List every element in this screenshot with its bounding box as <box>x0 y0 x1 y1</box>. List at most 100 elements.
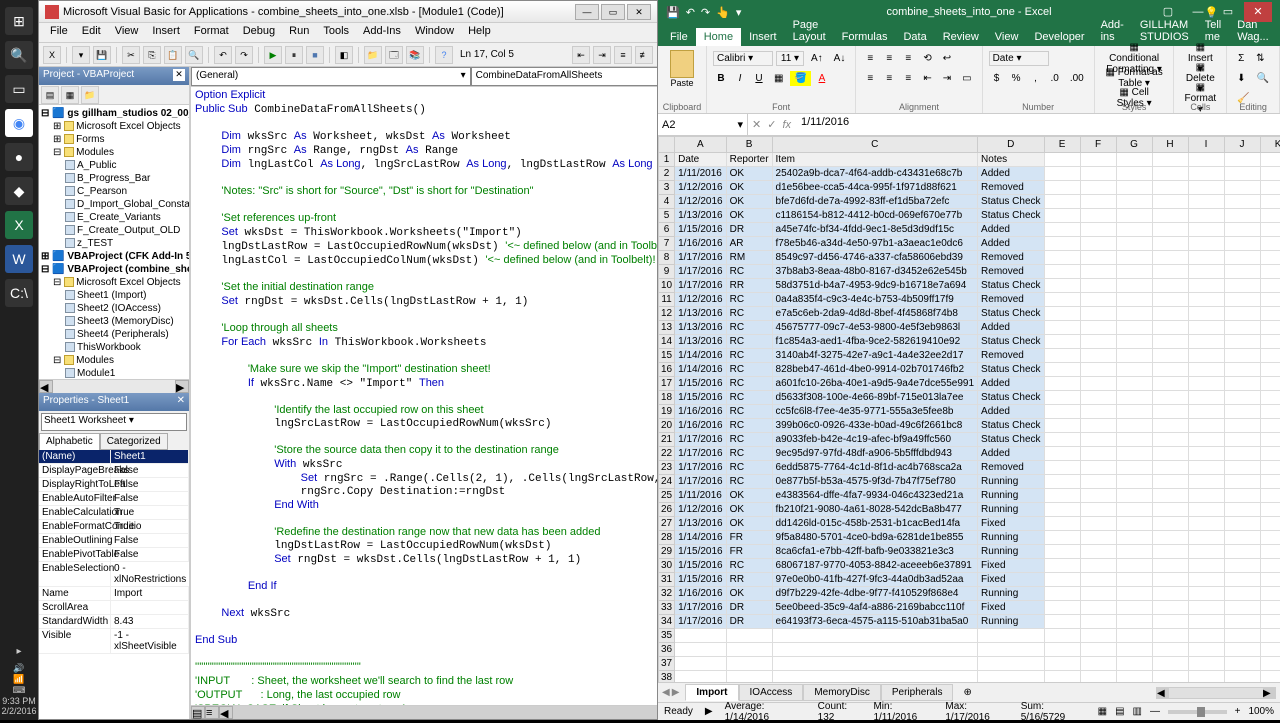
zoom-out-button[interactable]: — <box>1150 706 1160 717</box>
bold-button[interactable]: B <box>713 71 729 86</box>
cmd-icon[interactable]: C:\ <box>5 279 33 307</box>
menu-format[interactable]: Format <box>187 23 236 42</box>
borders-button[interactable]: ▦ <box>770 71 787 86</box>
break-button[interactable]: ⏸ <box>285 46 303 64</box>
outdent-button[interactable]: ⇤ <box>572 46 590 64</box>
object-browser-button[interactable]: 📚 <box>406 46 424 64</box>
view-pagebreak-icon[interactable]: ▥ <box>1133 706 1142 717</box>
tab-file[interactable]: File <box>662 28 696 46</box>
taskbar-clock[interactable]: ▸ 🔊 📶 ⌨ 9:33 PM 2/2/2016 <box>0 362 41 720</box>
increase-font-button[interactable]: A↑ <box>807 51 827 66</box>
code-scrollbar[interactable]: ▤≡◀▶ <box>191 705 657 719</box>
tab-categorized[interactable]: Categorized <box>100 433 168 450</box>
share-button[interactable]: Share <box>1277 28 1280 46</box>
undo-button[interactable]: ↶ <box>214 46 232 64</box>
fx-icon[interactable]: fx <box>782 119 791 131</box>
tab-page-layout[interactable]: Page Layout <box>785 16 834 46</box>
menu-help[interactable]: Help <box>461 23 498 42</box>
menu-run[interactable]: Run <box>282 23 316 42</box>
code-editor[interactable]: Option Explicit Public Sub CombineDataFr… <box>191 87 657 705</box>
paste-button[interactable]: 📋 <box>164 46 182 64</box>
comma-button[interactable]: , <box>1027 71 1043 86</box>
minimize-button[interactable]: — <box>575 4 599 20</box>
procedure-combo[interactable]: CombineDataFromAllSheets▾ <box>471 67 657 86</box>
status-macro-icon[interactable]: ▶ <box>705 706 713 717</box>
menu-edit[interactable]: Edit <box>75 23 108 42</box>
horizontal-scrollbar[interactable]: ◀▶ <box>1156 687 1276 699</box>
align-right-button[interactable]: ≡ <box>900 71 916 86</box>
tab-home[interactable]: Home <box>696 28 741 46</box>
tab-nav-next[interactable]: ▶ <box>672 687 680 698</box>
user-label[interactable]: Dan Wag... <box>1229 16 1276 46</box>
property-row[interactable]: EnableSelection0 - xlNoRestrictions <box>39 562 189 587</box>
insert-button[interactable]: ▾ <box>72 46 90 64</box>
tab-view[interactable]: View <box>987 28 1027 46</box>
zoom-slider[interactable] <box>1168 710 1227 714</box>
paste-button[interactable]: Paste <box>664 48 700 94</box>
align-bottom-button[interactable]: ≡ <box>900 51 916 66</box>
menu-tools[interactable]: Tools <box>316 23 356 42</box>
project-tree[interactable]: ⊟ 🟦 gs gillham_studios 02_00_02 ⊞ Micros… <box>39 105 189 379</box>
font-size-combo[interactable]: 11 ▾ <box>776 51 804 66</box>
sheet-tab-ioaccess[interactable]: IOAccess <box>739 684 804 701</box>
property-row[interactable]: (Name)Sheet1 <box>39 450 189 464</box>
view-normal-icon[interactable]: ▦ <box>1098 706 1107 717</box>
find-button[interactable]: 🔍 <box>185 46 203 64</box>
enter-icon[interactable]: ✓ <box>767 118 776 131</box>
merge-button[interactable]: ▭ <box>958 71 975 86</box>
save-button[interactable]: 💾 <box>93 46 111 64</box>
save-icon[interactable]: 💾 <box>666 6 680 19</box>
start-icon[interactable]: ⊞ <box>5 7 33 35</box>
reset-button[interactable]: ■ <box>306 46 324 64</box>
redo-icon[interactable]: ↷ <box>701 6 710 19</box>
project-scrollbar[interactable]: ◀▶ <box>39 379 189 393</box>
redo-button[interactable]: ↷ <box>235 46 253 64</box>
properties-grid[interactable]: (Name)Sheet1DisplayPageBreaksFalseDispla… <box>39 450 189 720</box>
project-explorer-button[interactable]: 📁 <box>364 46 382 64</box>
autosum-button[interactable]: Σ <box>1233 51 1249 66</box>
tab-formulas[interactable]: Formulas <box>834 28 896 46</box>
align-left-button[interactable]: ≡ <box>862 71 878 86</box>
find-button[interactable]: 🔍 <box>1253 71 1273 86</box>
tab-insert[interactable]: Insert <box>741 28 785 46</box>
chrome-icon[interactable]: ◉ <box>5 109 33 137</box>
menu-insert[interactable]: Insert <box>145 23 187 42</box>
align-top-button[interactable]: ≡ <box>862 51 878 66</box>
formula-bar[interactable]: 1/11/2016 <box>795 114 1280 135</box>
run-button[interactable]: ▶ <box>264 46 282 64</box>
indent-button[interactable]: ⇥ <box>593 46 611 64</box>
tab-review[interactable]: Review <box>935 28 987 46</box>
app-icon-2[interactable]: ◆ <box>5 177 33 205</box>
tab-data[interactable]: Data <box>895 28 934 46</box>
property-row[interactable]: EnableOutliningFalse <box>39 534 189 548</box>
tab-developer[interactable]: Developer <box>1026 28 1092 46</box>
object-combo[interactable]: (General)▾ <box>191 67 471 86</box>
percent-button[interactable]: % <box>1008 71 1025 86</box>
close-panel-icon[interactable]: ✕ <box>177 395 185 409</box>
worksheet-grid[interactable]: ABCDEFGHIJKLM1DateReporterItemNotes21/11… <box>658 136 1280 682</box>
sheet-tab-import[interactable]: Import <box>685 684 738 701</box>
number-format-combo[interactable]: Date ▾ <box>989 51 1049 66</box>
menu-view[interactable]: View <box>108 23 146 42</box>
property-row[interactable]: Visible-1 - xlSheetVisible <box>39 629 189 654</box>
property-row[interactable]: EnablePivotTableFalse <box>39 548 189 562</box>
fill-button[interactable]: ⬇ <box>1233 71 1249 86</box>
property-row[interactable]: EnableFormatConditioTrue <box>39 520 189 534</box>
view-object-button[interactable]: ▦ <box>61 86 79 104</box>
vba-titlebar[interactable]: Microsoft Visual Basic for Applications … <box>39 1 657 23</box>
properties-button[interactable]: 🗔 <box>385 46 403 64</box>
close-panel-icon[interactable]: ✕ <box>173 69 185 81</box>
zoom-value[interactable]: 100% <box>1248 706 1274 717</box>
menu-file[interactable]: File <box>43 23 75 42</box>
wrap-text-button[interactable]: ↩ <box>939 51 955 66</box>
view-layout-icon[interactable]: ▤ <box>1115 706 1124 717</box>
align-center-button[interactable]: ≡ <box>881 71 897 86</box>
cancel-icon[interactable]: ✕ <box>752 118 761 131</box>
property-row[interactable]: EnableAutoFilterFalse <box>39 492 189 506</box>
font-combo[interactable]: Calibri ▾ <box>713 51 773 66</box>
new-sheet-button[interactable]: ⊕ <box>953 685 981 700</box>
decrease-decimal-button[interactable]: .00 <box>1066 71 1088 86</box>
maximize-button[interactable]: ▭ <box>601 4 625 20</box>
toggle-folders-button[interactable]: 📁 <box>81 86 99 104</box>
properties-object-combo[interactable]: Sheet1 Worksheet ▾ <box>41 413 187 431</box>
